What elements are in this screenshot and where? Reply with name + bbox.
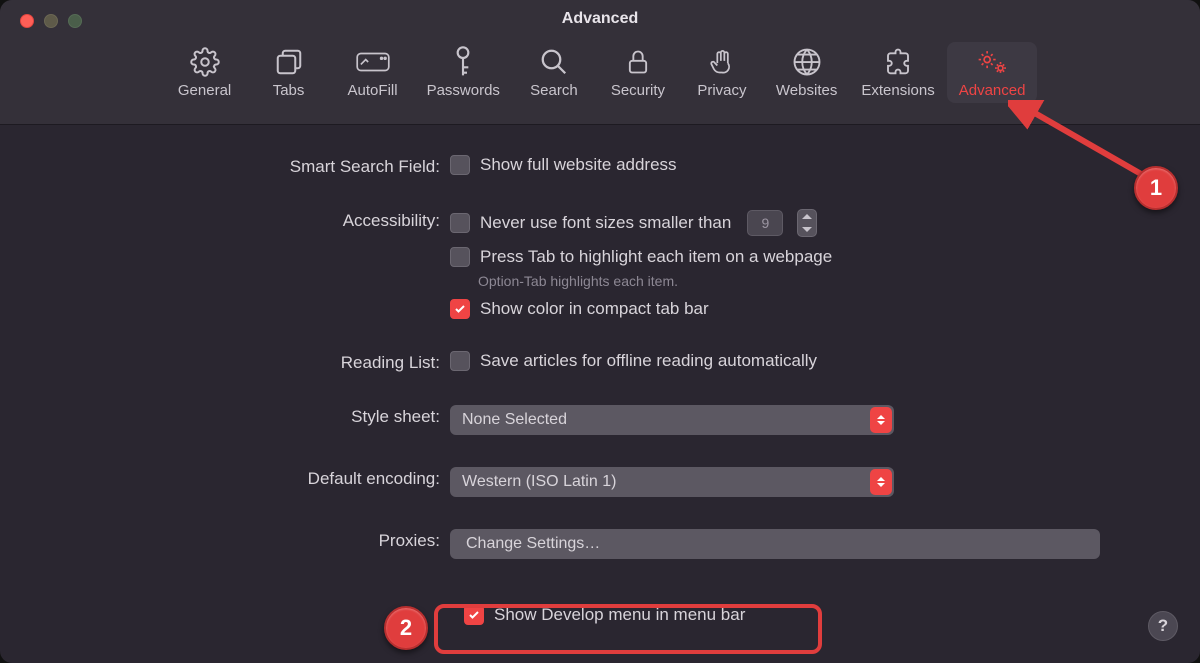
- develop-menu-checkbox[interactable]: [464, 605, 484, 625]
- default-encoding-value: Western (ISO Latin 1): [462, 473, 616, 491]
- tab-passwords[interactable]: Passwords: [415, 42, 512, 103]
- tab-label: Privacy: [697, 82, 746, 99]
- tab-highlight-label: Press Tab to highlight each item on a we…: [480, 247, 832, 267]
- preferences-window: Advanced General Tabs AutoFill Pass: [0, 0, 1200, 663]
- callout-badge-2: 2: [384, 606, 428, 650]
- tab-label: Tabs: [273, 82, 305, 99]
- tab-advanced[interactable]: Advanced: [947, 42, 1038, 103]
- preferences-toolbar: General Tabs AutoFill Passwords Search: [0, 38, 1200, 125]
- show-full-url-label: Show full website address: [480, 155, 677, 175]
- tab-highlight-help: Option-Tab highlights each item.: [478, 273, 1100, 289]
- proxies-label: Proxies:: [0, 529, 450, 551]
- compact-color-label: Show color in compact tab bar: [480, 299, 709, 319]
- chevron-up-down-icon: [870, 407, 892, 433]
- tab-tabs[interactable]: Tabs: [247, 42, 331, 103]
- default-encoding-select[interactable]: Western (ISO Latin 1): [450, 467, 894, 497]
- globe-icon: [792, 44, 822, 80]
- tab-security[interactable]: Security: [596, 42, 680, 103]
- key-icon: [450, 44, 476, 80]
- tab-search[interactable]: Search: [512, 42, 596, 103]
- tab-label: Security: [611, 82, 665, 99]
- lock-icon: [624, 44, 652, 80]
- min-font-value[interactable]: 9: [747, 210, 783, 236]
- tab-label: AutoFill: [348, 82, 398, 99]
- search-icon: [539, 44, 569, 80]
- tab-websites[interactable]: Websites: [764, 42, 849, 103]
- min-font-label: Never use font sizes smaller than: [480, 213, 731, 233]
- accessibility-label: Accessibility:: [0, 209, 450, 231]
- puzzle-icon: [883, 44, 913, 80]
- show-full-url-checkbox[interactable]: [450, 155, 470, 175]
- gear-icon: [190, 44, 220, 80]
- offline-reading-checkbox[interactable]: [450, 351, 470, 371]
- tab-label: Passwords: [427, 82, 500, 99]
- tab-general[interactable]: General: [163, 42, 247, 103]
- min-font-checkbox[interactable]: [450, 213, 470, 233]
- tab-label: Websites: [776, 82, 837, 99]
- offline-reading-label: Save articles for offline reading automa…: [480, 351, 817, 371]
- help-button[interactable]: ?: [1148, 611, 1178, 641]
- titlebar: Advanced: [0, 0, 1200, 38]
- compact-color-checkbox[interactable]: [450, 299, 470, 319]
- tab-privacy[interactable]: Privacy: [680, 42, 764, 103]
- tab-label: Advanced: [959, 82, 1026, 99]
- window-title: Advanced: [0, 10, 1200, 28]
- chevron-up-down-icon: [870, 469, 892, 495]
- tab-extensions[interactable]: Extensions: [849, 42, 946, 103]
- tab-autofill[interactable]: AutoFill: [331, 42, 415, 103]
- style-sheet-label: Style sheet:: [0, 405, 450, 427]
- reading-list-label: Reading List:: [0, 351, 450, 373]
- tab-label: Search: [530, 82, 578, 99]
- tab-highlight-checkbox[interactable]: [450, 247, 470, 267]
- autofill-icon: [356, 44, 390, 80]
- advanced-pane: Smart Search Field: Show full website ad…: [0, 125, 1200, 631]
- smart-search-label: Smart Search Field:: [0, 155, 450, 177]
- callout-badge-1: 1: [1134, 166, 1178, 210]
- min-font-stepper[interactable]: [797, 209, 817, 237]
- develop-menu-label: Show Develop menu in menu bar: [494, 605, 745, 625]
- style-sheet-select[interactable]: None Selected: [450, 405, 894, 435]
- tabs-icon: [274, 44, 304, 80]
- tab-label: Extensions: [861, 82, 934, 99]
- style-sheet-value: None Selected: [462, 411, 567, 429]
- change-proxy-settings-button[interactable]: Change Settings…: [450, 529, 1100, 559]
- hand-icon: [708, 44, 736, 80]
- default-encoding-label: Default encoding:: [0, 467, 450, 489]
- gears-icon: [975, 44, 1009, 80]
- tab-label: General: [178, 82, 231, 99]
